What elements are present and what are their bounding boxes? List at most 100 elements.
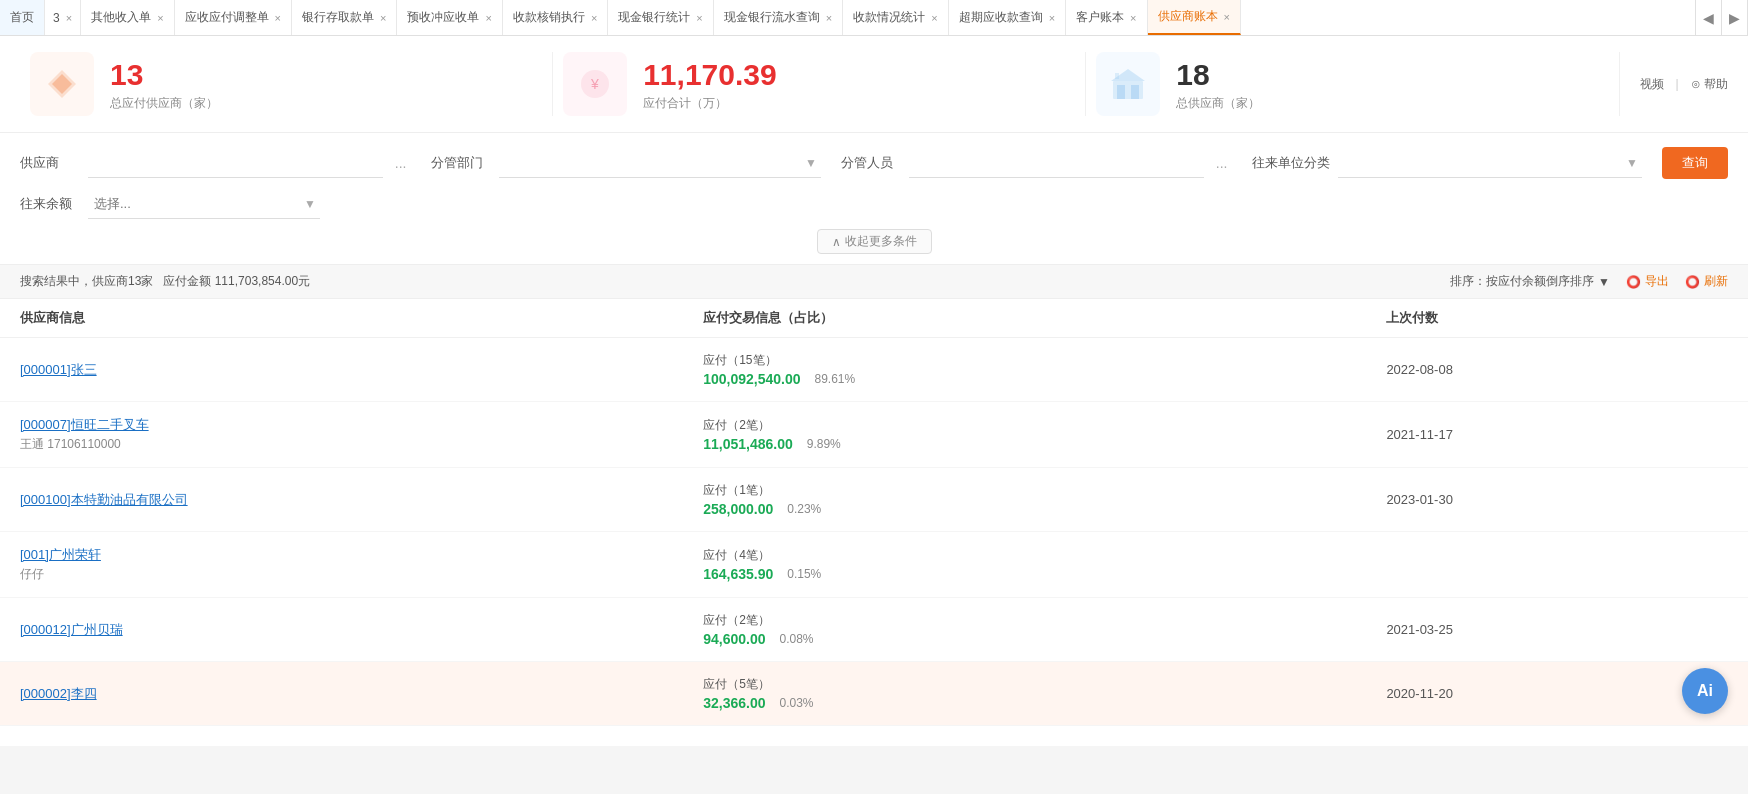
nav-prev-arrow[interactable]: ◀ xyxy=(1696,0,1722,36)
stat-text-amount: 11,170.39 应付合计（万） xyxy=(643,57,776,112)
stat-icon-suppliers xyxy=(30,52,94,116)
last-pay-cell-4: 2021-03-25 xyxy=(1386,622,1728,637)
person-input[interactable] xyxy=(909,148,1204,178)
last-pay-date-0: 2022-08-08 xyxy=(1386,362,1453,377)
collapse-button[interactable]: ∧ 收起更多条件 xyxy=(817,229,932,254)
close-bank-deposit[interactable]: × xyxy=(380,12,386,24)
supplier-dots[interactable]: ... xyxy=(391,155,411,171)
tx-label-3: 应付（4笔） xyxy=(703,547,1386,564)
tx-amount-1[interactable]: 11,051,486.00 xyxy=(703,436,793,452)
sort-icon: ▼ xyxy=(1598,275,1610,289)
nav-cash-bank-stats[interactable]: 现金银行统计 × xyxy=(608,0,713,35)
ai-badge[interactable]: Ai xyxy=(1682,668,1728,714)
nav-cash-bank-flow[interactable]: 现金银行流水查询 × xyxy=(714,0,843,35)
category-input[interactable] xyxy=(1338,155,1627,170)
stat-payable-amount: ¥ 11,170.39 应付合计（万） xyxy=(553,52,1086,116)
payable-suppliers-value: 13 xyxy=(110,57,218,93)
nav-supplier-ledger[interactable]: 供应商账本 × xyxy=(1148,0,1241,35)
tx-cell-0: 应付（15笔） 100,092,540.00 89.61% xyxy=(703,352,1386,387)
balance-input[interactable] xyxy=(88,196,304,211)
search-button[interactable]: 查询 xyxy=(1662,147,1728,179)
nav-other-income[interactable]: 其他收入单 × xyxy=(81,0,174,35)
nav-bank-deposit[interactable]: 银行存取款单 × xyxy=(292,0,397,35)
nav-receipt-stats[interactable]: 收款情况统计 × xyxy=(843,0,948,35)
tx-percent-2: 0.23% xyxy=(787,502,821,516)
close-customer-ledger[interactable]: × xyxy=(1130,12,1136,24)
supplier-link-001[interactable]: [001]广州荣轩 xyxy=(20,547,101,562)
balance-select[interactable]: ▼ xyxy=(88,189,320,219)
dept-label: 分管部门 xyxy=(431,154,491,172)
tx-amount-5[interactable]: 32,366.00 xyxy=(703,695,765,711)
category-select[interactable]: ▼ xyxy=(1338,148,1643,178)
nav-advance-ar[interactable]: 预收冲应收单 × xyxy=(397,0,502,35)
supplier-link-000001[interactable]: [000001]张三 xyxy=(20,362,97,377)
close-overdue-ar[interactable]: × xyxy=(1049,12,1055,24)
filter-person: 分管人员 ... xyxy=(841,148,1232,178)
close-cash-bank-flow[interactable]: × xyxy=(826,12,832,24)
result-actions: 排序：按应付余额倒序排序 ▼ ⭕ 导出 ⭕ 刷新 xyxy=(1450,273,1728,290)
money-icon: ¥ xyxy=(577,66,613,102)
tx-amount-3[interactable]: 164,635.90 xyxy=(703,566,773,582)
table-row: [000007]恒旺二手叉车 王通 17106110000 应付（2笔） 11,… xyxy=(0,402,1748,468)
payable-amount-value: 11,170.39 xyxy=(643,57,776,93)
supplier-cell-0: [000001]张三 xyxy=(20,361,703,379)
tx-cell-1: 应付（2笔） 11,051,486.00 9.89% xyxy=(703,417,1386,452)
supplier-cell-4: [000012]广州贝瑞 xyxy=(20,621,703,639)
filter-row-1: 供应商 ... 分管部门 ▼ 分管人员 ... 往来单位分类 ▼ 查询 xyxy=(20,147,1728,179)
person-dots[interactable]: ... xyxy=(1212,155,1232,171)
dept-input[interactable] xyxy=(499,155,806,170)
table-row: [000100]本特勤油品有限公司 应付（1笔） 258,000.00 0.23… xyxy=(0,468,1748,532)
tx-amount-0[interactable]: 100,092,540.00 xyxy=(703,371,800,387)
export-button[interactable]: ⭕ 导出 xyxy=(1626,273,1669,290)
last-pay-date-5: 2020-11-20 xyxy=(1386,686,1453,701)
nav-receipt-verify[interactable]: 收款核销执行 × xyxy=(503,0,608,35)
last-pay-date-1: 2021-11-17 xyxy=(1386,427,1453,442)
supplier-label: 供应商 xyxy=(20,154,80,172)
tx-amount-2[interactable]: 258,000.00 xyxy=(703,501,773,517)
supplier-link-000012[interactable]: [000012]广州贝瑞 xyxy=(20,622,123,637)
table-row: [001]广州荣轩 仔仔 应付（4笔） 164,635.90 0.15% xyxy=(0,532,1748,598)
collapse-label: 收起更多条件 xyxy=(845,233,917,250)
total-suppliers-label: 总供应商（家） xyxy=(1176,95,1260,112)
tx-amount-4[interactable]: 94,600.00 xyxy=(703,631,765,647)
supplier-link-000002[interactable]: [000002]李四 xyxy=(20,686,97,701)
tx-row-5: 32,366.00 0.03% xyxy=(703,695,1386,711)
sort-label: 排序：按应付余额倒序排序 xyxy=(1450,273,1594,290)
category-label: 往来单位分类 xyxy=(1252,154,1330,172)
close-other-income[interactable]: × xyxy=(157,12,163,24)
close-cash-bank-stats[interactable]: × xyxy=(696,12,702,24)
close-receipt-stats[interactable]: × xyxy=(931,12,937,24)
video-link[interactable]: 视频 xyxy=(1640,76,1664,93)
last-pay-date-2: 2023-01-30 xyxy=(1386,492,1453,507)
sort-select[interactable]: 排序：按应付余额倒序排序 ▼ xyxy=(1450,273,1610,290)
supplier-link-000007[interactable]: [000007]恒旺二手叉车 xyxy=(20,417,149,432)
stat-payable-suppliers: 13 总应付供应商（家） xyxy=(20,52,553,116)
refresh-button[interactable]: ⭕ 刷新 xyxy=(1685,273,1728,290)
close-receipt-verify[interactable]: × xyxy=(591,12,597,24)
filter-balance: 往来余额 ▼ xyxy=(20,189,320,219)
close-advance-ar[interactable]: × xyxy=(485,12,491,24)
supplier-link-000100[interactable]: [000100]本特勤油品有限公司 xyxy=(20,492,188,507)
close-tab3[interactable]: × xyxy=(66,12,72,24)
nav-ar-ap-adjust[interactable]: 应收应付调整单 × xyxy=(175,0,292,35)
nav-next-arrow[interactable]: ▶ xyxy=(1722,0,1748,36)
close-supplier-ledger[interactable]: × xyxy=(1224,11,1230,23)
balance-chevron: ▼ xyxy=(304,197,320,211)
dept-select[interactable]: ▼ xyxy=(499,148,822,178)
supplier-sub-1: 王通 17106110000 xyxy=(20,436,703,453)
close-ar-ap-adjust[interactable]: × xyxy=(275,12,281,24)
filter-category: 往来单位分类 ▼ xyxy=(1252,148,1643,178)
help-link[interactable]: ⊙ 帮助 xyxy=(1691,76,1728,93)
filter-area: 供应商 ... 分管部门 ▼ 分管人员 ... 往来单位分类 ▼ 查询 xyxy=(0,133,1748,265)
nav-home[interactable]: 首页 xyxy=(0,0,45,35)
nav-tab3[interactable]: 3 × xyxy=(45,0,81,35)
last-pay-date-4: 2021-03-25 xyxy=(1386,622,1453,637)
supplier-sub-3: 仔仔 xyxy=(20,566,703,583)
nav-overdue-ar[interactable]: 超期应收款查询 × xyxy=(949,0,1066,35)
total-suppliers-value: 18 xyxy=(1176,57,1260,93)
top-right-links: 视频 | ⊙ 帮助 xyxy=(1620,76,1728,93)
nav-customer-ledger[interactable]: 客户账本 × xyxy=(1066,0,1147,35)
tx-cell-4: 应付（2笔） 94,600.00 0.08% xyxy=(703,612,1386,647)
supplier-input[interactable] xyxy=(88,148,383,178)
table-row: [000002]李四 应付（5笔） 32,366.00 0.03% 2020-1… xyxy=(0,662,1748,726)
